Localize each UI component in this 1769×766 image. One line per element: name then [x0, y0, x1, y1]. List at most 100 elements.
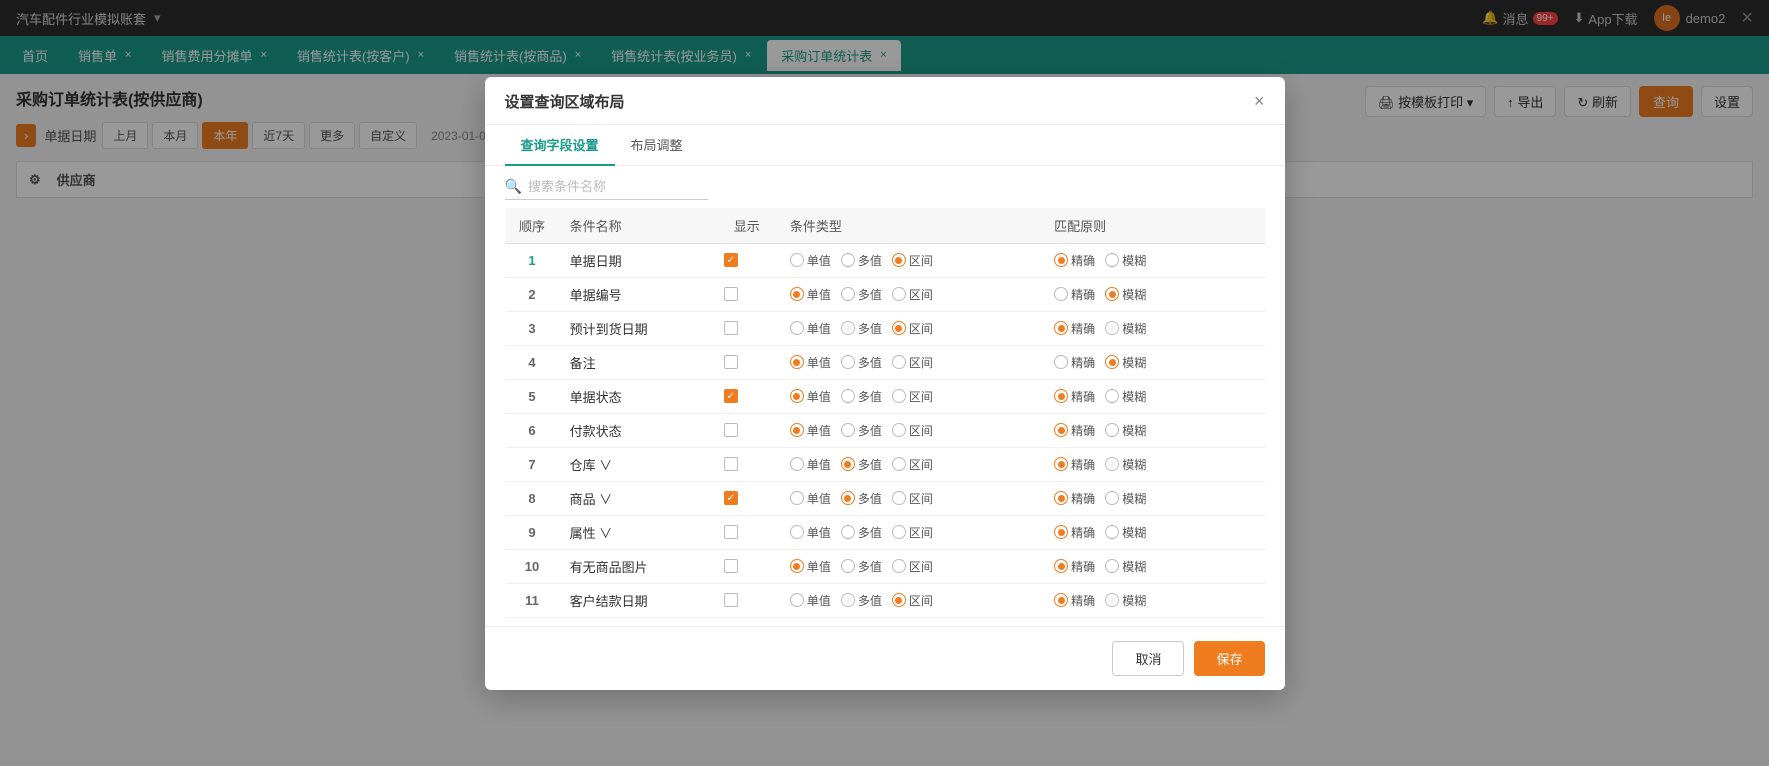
- radio-label: 区间: [909, 388, 933, 405]
- radio-match-fuzzy[interactable]: 模糊: [1105, 558, 1146, 575]
- radio-type-single[interactable]: 单值: [790, 320, 831, 337]
- radio-match-exact[interactable]: 精确: [1054, 354, 1095, 371]
- row-display-checkbox[interactable]: [714, 447, 780, 481]
- radio-type-range[interactable]: 区间: [892, 388, 933, 405]
- radio-type-multi[interactable]: 多值: [841, 252, 882, 269]
- row-seq: 1: [505, 243, 560, 277]
- radio-type-multi[interactable]: 多值: [841, 558, 882, 575]
- checkbox[interactable]: [724, 389, 738, 403]
- radio-match-exact[interactable]: 精确: [1054, 558, 1095, 575]
- radio-type-multi[interactable]: 多值: [841, 524, 882, 541]
- radio-match-fuzzy[interactable]: 模糊: [1105, 286, 1146, 303]
- radio-type-multi[interactable]: 多值: [841, 456, 882, 473]
- checkbox[interactable]: [724, 457, 738, 471]
- checkbox[interactable]: [724, 355, 738, 369]
- row-seq: 5: [505, 379, 560, 413]
- radio-circle: [790, 287, 804, 301]
- col-header-display: 显示: [714, 208, 780, 244]
- radio-type-single[interactable]: 单值: [790, 524, 831, 541]
- radio-match-exact[interactable]: 精确: [1054, 592, 1095, 609]
- radio-label: 单值: [807, 524, 831, 541]
- radio-match-exact[interactable]: 精确: [1054, 524, 1095, 541]
- dialog-tab-query-fields[interactable]: 查询字段设置: [505, 125, 615, 166]
- radio-match-exact[interactable]: 精确: [1054, 490, 1095, 507]
- radio-type-multi[interactable]: 多值: [841, 286, 882, 303]
- radio-type-single[interactable]: 单值: [790, 388, 831, 405]
- radio-type-single[interactable]: 单值: [790, 592, 831, 609]
- dialog-tab-layout[interactable]: 布局调整: [615, 125, 699, 166]
- row-display-checkbox[interactable]: [714, 413, 780, 447]
- row-display-checkbox[interactable]: [714, 277, 780, 311]
- radio-type-range[interactable]: 区间: [892, 422, 933, 439]
- radio-match-fuzzy[interactable]: 模糊: [1105, 524, 1146, 541]
- row-display-checkbox[interactable]: [714, 311, 780, 345]
- row-display-checkbox[interactable]: [714, 481, 780, 515]
- checkbox[interactable]: [724, 593, 738, 607]
- radio-type-multi[interactable]: 多值: [841, 490, 882, 507]
- radio-match-exact[interactable]: 精确: [1054, 252, 1095, 269]
- radio-match-fuzzy[interactable]: 模糊: [1105, 354, 1146, 371]
- row-display-checkbox[interactable]: [714, 515, 780, 549]
- row-name: 商品 ∨: [560, 481, 714, 515]
- radio-type-range[interactable]: 区间: [892, 456, 933, 473]
- radio-circle: [790, 355, 804, 369]
- checkbox[interactable]: [724, 321, 738, 335]
- save-button[interactable]: 保存: [1194, 641, 1264, 676]
- row-display-checkbox[interactable]: [714, 345, 780, 379]
- radio-type-range[interactable]: 区间: [892, 320, 933, 337]
- radio-match-fuzzy[interactable]: 模糊: [1105, 320, 1146, 337]
- radio-match-fuzzy[interactable]: 模糊: [1105, 490, 1146, 507]
- radio-label: 模糊: [1122, 456, 1146, 473]
- radio-type-range[interactable]: 区间: [892, 490, 933, 507]
- radio-type-multi[interactable]: 多值: [841, 354, 882, 371]
- radio-match-exact[interactable]: 精确: [1054, 320, 1095, 337]
- radio-circle: [790, 253, 804, 267]
- radio-match-fuzzy[interactable]: 模糊: [1105, 252, 1146, 269]
- dialog-close-button[interactable]: ×: [1254, 92, 1265, 110]
- radio-type-range[interactable]: 区间: [892, 252, 933, 269]
- radio-type-single[interactable]: 单值: [790, 558, 831, 575]
- radio-label: 区间: [909, 524, 933, 541]
- radio-type-multi[interactable]: 多值: [841, 592, 882, 609]
- radio-type-single[interactable]: 单值: [790, 286, 831, 303]
- radio-match-fuzzy[interactable]: 模糊: [1105, 456, 1146, 473]
- cancel-button[interactable]: 取消: [1112, 641, 1184, 676]
- radio-label: 多值: [858, 524, 882, 541]
- radio-type-range[interactable]: 区间: [892, 558, 933, 575]
- row-name: 单据状态: [560, 379, 714, 413]
- radio-match-fuzzy[interactable]: 模糊: [1105, 388, 1146, 405]
- checkbox[interactable]: [724, 559, 738, 573]
- checkbox[interactable]: [724, 491, 738, 505]
- radio-label: 模糊: [1122, 388, 1146, 405]
- row-display-checkbox[interactable]: [714, 583, 780, 617]
- radio-type-range[interactable]: 区间: [892, 354, 933, 371]
- radio-type-multi[interactable]: 多值: [841, 422, 882, 439]
- row-display-checkbox[interactable]: [714, 379, 780, 413]
- radio-match-exact[interactable]: 精确: [1054, 422, 1095, 439]
- checkbox[interactable]: [724, 287, 738, 301]
- row-display-checkbox[interactable]: [714, 243, 780, 277]
- checkbox[interactable]: [724, 525, 738, 539]
- radio-match-exact[interactable]: 精确: [1054, 456, 1095, 473]
- radio-type-single[interactable]: 单值: [790, 490, 831, 507]
- search-input[interactable]: [528, 179, 708, 194]
- radio-type-single[interactable]: 单值: [790, 354, 831, 371]
- radio-type-multi[interactable]: 多值: [841, 320, 882, 337]
- radio-type-single[interactable]: 单值: [790, 422, 831, 439]
- radio-type-single[interactable]: 单值: [790, 456, 831, 473]
- radio-circle: [1054, 253, 1068, 267]
- checkbox[interactable]: [724, 423, 738, 437]
- row-display-checkbox[interactable]: [714, 549, 780, 583]
- radio-label: 单值: [807, 490, 831, 507]
- radio-type-single[interactable]: 单值: [790, 252, 831, 269]
- radio-type-range[interactable]: 区间: [892, 286, 933, 303]
- radio-match-fuzzy[interactable]: 模糊: [1105, 592, 1146, 609]
- radio-type-range[interactable]: 区间: [892, 524, 933, 541]
- radio-match-exact[interactable]: 精确: [1054, 286, 1095, 303]
- radio-match-fuzzy[interactable]: 模糊: [1105, 422, 1146, 439]
- radio-type-range[interactable]: 区间: [892, 592, 933, 609]
- row-seq: 10: [505, 549, 560, 583]
- checkbox[interactable]: [724, 253, 738, 267]
- radio-type-multi[interactable]: 多值: [841, 388, 882, 405]
- radio-match-exact[interactable]: 精确: [1054, 388, 1095, 405]
